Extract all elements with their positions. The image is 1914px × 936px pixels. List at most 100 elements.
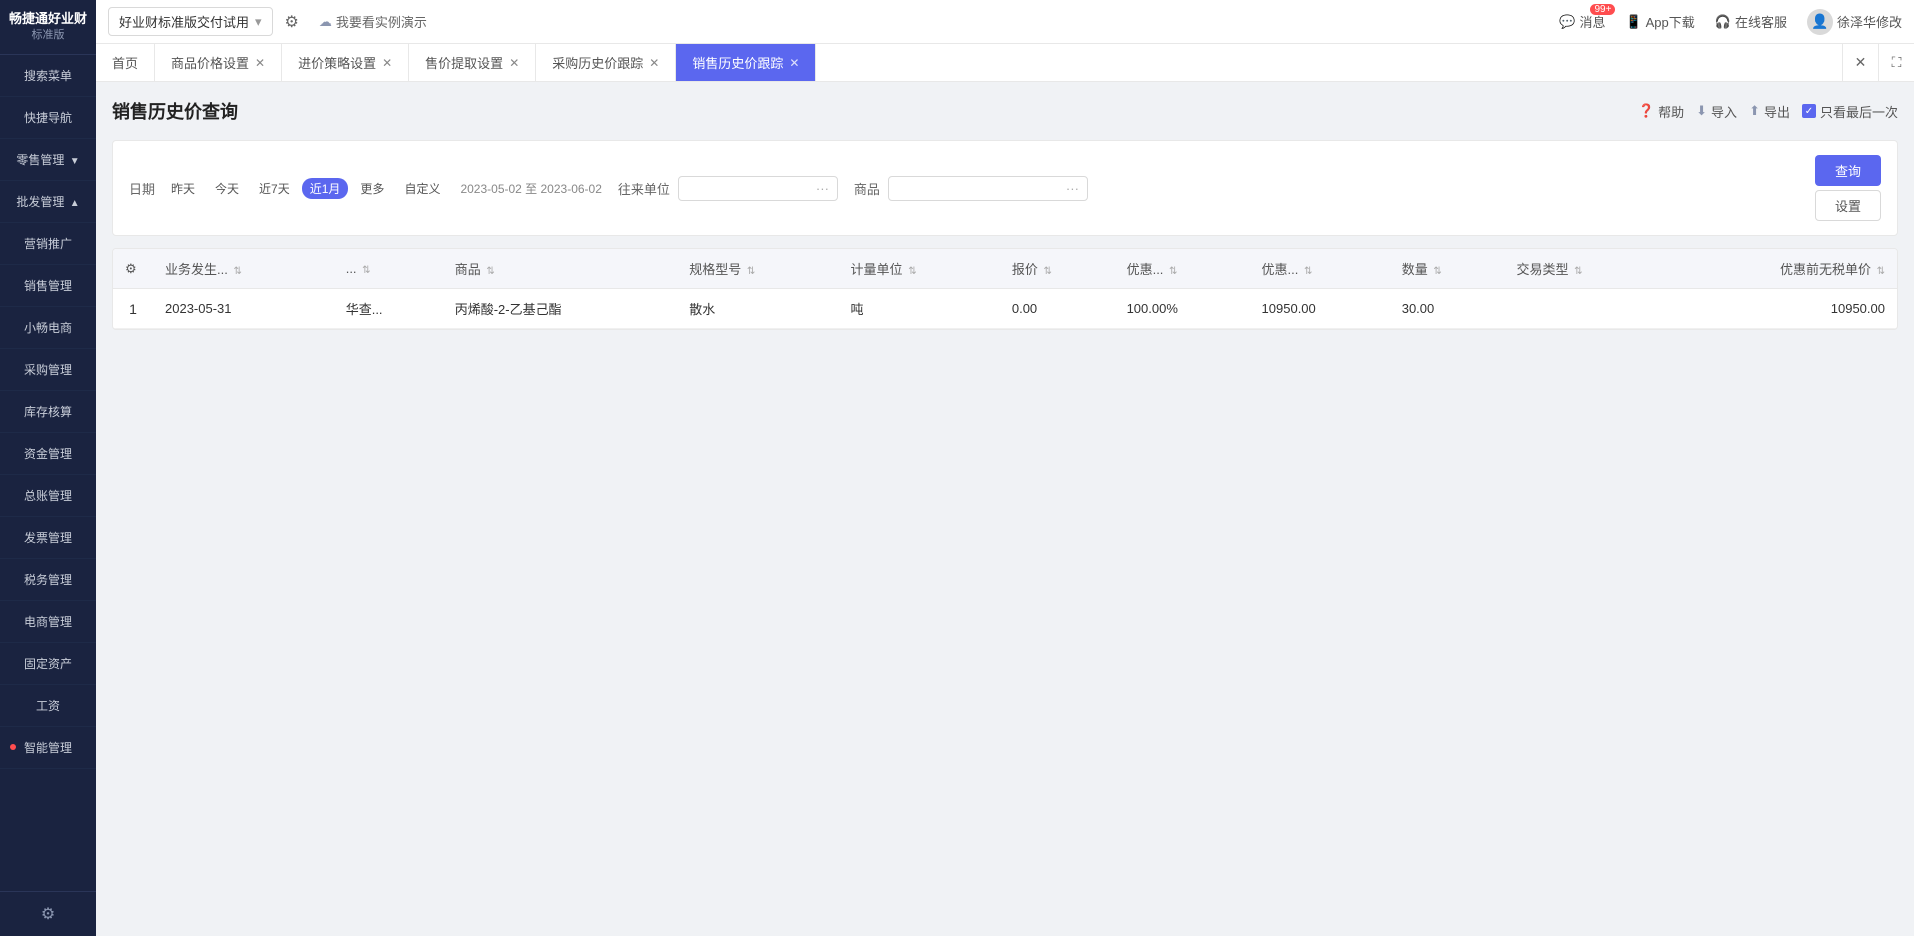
close-icon[interactable]: ✕	[789, 56, 799, 70]
sidebar-item-label: 搜索菜单	[24, 69, 72, 83]
expand-icon: ···	[816, 181, 829, 196]
sidebar-item-retail[interactable]: 零售管理 ▼	[0, 139, 96, 181]
tab-sale-price-extract[interactable]: 售价提取设置 ✕	[409, 44, 536, 82]
sort-icon: ⇅	[1574, 266, 1582, 277]
date-opt-7days[interactable]: 近7天	[251, 178, 298, 199]
export-icon: ⬆	[1749, 103, 1760, 119]
sidebar-item-label: 零售管理	[16, 153, 64, 167]
sidebar-item-invoice[interactable]: 发票管理	[0, 517, 96, 559]
export-button[interactable]: ⬆ 导出	[1749, 102, 1790, 121]
sidebar-item-label: 采购管理	[24, 363, 72, 377]
product-filter-group: 商品 ···	[854, 176, 1088, 201]
from-unit-label: 往来单位	[618, 179, 670, 198]
product-input[interactable]: ···	[888, 176, 1088, 201]
sidebar-item-payroll[interactable]: 工资	[0, 685, 96, 727]
date-range-text: 2023-05-02 至 2023-06-02	[460, 180, 601, 197]
user-info[interactable]: 👤 徐泽华修改	[1807, 9, 1902, 35]
online-service-button[interactable]: 🎧 在线客服	[1715, 12, 1787, 31]
sidebar-item-wholesale[interactable]: 批发管理 ▲	[0, 181, 96, 223]
sidebar-item-label: 资金管理	[24, 447, 72, 461]
tab-purchase-history[interactable]: 采购历史价跟踪 ✕	[536, 44, 676, 82]
sort-icon: ⇅	[233, 266, 241, 277]
chevron-down-icon: ▾	[255, 14, 262, 30]
date-opt-1month[interactable]: 近1月	[302, 178, 349, 199]
sidebar-item-quicknav[interactable]: 快捷导航	[0, 97, 96, 139]
close-icon[interactable]: ✕	[255, 56, 265, 70]
sidebar-item-label: 电商管理	[24, 615, 72, 629]
close-icon[interactable]: ✕	[509, 56, 519, 70]
td-trade-type	[1504, 289, 1665, 329]
close-icon[interactable]: ✕	[382, 56, 392, 70]
sidebar-item-finance[interactable]: 资金管理	[0, 433, 96, 475]
td-product: 丙烯酸-2-乙基己酯	[443, 289, 678, 329]
th-unit[interactable]: 计量单位 ⇅	[839, 249, 1000, 289]
filter-area: 日期 昨天 今天 近7天 近1月 更多 自定义 2023-05-02 至 202…	[112, 140, 1898, 236]
app-edition: 标准版	[8, 28, 88, 43]
avatar: 👤	[1807, 9, 1833, 35]
tab-product-price[interactable]: 商品价格设置 ✕	[155, 44, 282, 82]
date-opt-today[interactable]: 今天	[207, 178, 247, 199]
sidebar-item-label: 总账管理	[24, 489, 72, 503]
app-logo[interactable]: 畅捷通好业财 标准版	[0, 0, 96, 55]
date-opt-more[interactable]: 更多	[352, 178, 392, 199]
tab-sales-history[interactable]: 销售历史价跟踪 ✕	[676, 44, 816, 82]
th-business-date[interactable]: 业务发生... ⇅	[153, 249, 334, 289]
message-button[interactable]: 💬 消息 99+	[1559, 12, 1605, 31]
sidebar-settings-button[interactable]: ⚙	[0, 891, 96, 936]
sidebar-item-ledger[interactable]: 总账管理	[0, 475, 96, 517]
sidebar-item-ecommerce[interactable]: 电商管理	[0, 601, 96, 643]
th-product[interactable]: 商品 ⇅	[443, 249, 678, 289]
sidebar: 畅捷通好业财 标准版 搜索菜单 快捷导航 零售管理 ▼ 批发管理 ▲ 营销推广 …	[0, 0, 96, 936]
th-quantity[interactable]: 数量 ⇅	[1390, 249, 1505, 289]
tab-close-button[interactable]: ✕	[1842, 44, 1878, 82]
table-header-row: ⚙ 业务发生... ⇅ ... ⇅ 商品 ⇅	[113, 249, 1897, 289]
sidebar-item-purchase[interactable]: 采购管理	[0, 349, 96, 391]
import-button[interactable]: ⬇ 导入	[1696, 102, 1737, 121]
th-spec[interactable]: 规格型号 ⇅	[677, 249, 838, 289]
th-pretax-price[interactable]: 优惠前无税单价 ⇅	[1666, 249, 1897, 289]
help-button[interactable]: ❓ 帮助	[1638, 102, 1684, 121]
th-price[interactable]: 报价 ⇅	[1000, 249, 1115, 289]
th-col2[interactable]: ... ⇅	[334, 249, 443, 289]
product-label: 商品	[854, 179, 880, 198]
only-last-checkbox[interactable]: ✓ 只看最后一次	[1802, 102, 1898, 121]
app-download-button[interactable]: 📱 App下载	[1625, 12, 1694, 31]
date-filter-group: 日期 昨天 今天 近7天 近1月 更多 自定义 2023-05-02 至 202…	[129, 178, 602, 199]
sidebar-item-label: 小畅电商	[24, 321, 72, 335]
close-icon[interactable]: ✕	[649, 56, 659, 70]
sidebar-item-label: 库存核算	[24, 405, 72, 419]
sidebar-item-intelligence[interactable]: 智能管理	[0, 727, 96, 769]
th-discount1[interactable]: 优惠... ⇅	[1115, 249, 1250, 289]
question-icon: ❓	[1638, 103, 1654, 119]
th-label: 报价	[1012, 262, 1038, 277]
chevron-up-icon: ▲	[70, 198, 80, 209]
th-trade-type[interactable]: 交易类型 ⇅	[1504, 249, 1665, 289]
sidebar-item-fixed-assets[interactable]: 固定资产	[0, 643, 96, 685]
sidebar-item-sales[interactable]: 销售管理	[0, 265, 96, 307]
settings-gear-button[interactable]: ⚙	[285, 12, 299, 32]
sidebar-item-label: 智能管理	[24, 741, 72, 755]
export-label: 导出	[1764, 102, 1790, 121]
product-selector[interactable]: 好业财标准版交付试用 ▾	[108, 7, 273, 36]
tab-purchase-strategy[interactable]: 进价策略设置 ✕	[282, 44, 409, 82]
th-label: 业务发生...	[165, 262, 228, 277]
from-unit-input[interactable]: ···	[678, 176, 838, 201]
th-discount2[interactable]: 优惠... ⇅	[1250, 249, 1390, 289]
table-row[interactable]: 1 2023-05-31 华查... 丙烯酸-2-乙基己酯 散水 吨 0.00 …	[113, 289, 1897, 329]
gear-icon[interactable]: ⚙	[125, 261, 137, 276]
tab-maximize-button[interactable]: ⛶	[1878, 44, 1914, 82]
chevron-down-icon: ▼	[70, 156, 80, 167]
sidebar-item-tax[interactable]: 税务管理	[0, 559, 96, 601]
date-opt-custom[interactable]: 自定义	[396, 178, 448, 199]
filter-settings-button[interactable]: 设置	[1815, 190, 1881, 221]
date-opt-yesterday[interactable]: 昨天	[163, 178, 203, 199]
sidebar-item-search[interactable]: 搜索菜单	[0, 55, 96, 97]
sidebar-item-marketing[interactable]: 营销推广	[0, 223, 96, 265]
tab-home[interactable]: 首页	[96, 44, 155, 82]
top-bar: 好业财标准版交付试用 ▾ ⚙ ☁ 我要看实例演示 💬 消息 99+ 📱 App下…	[96, 0, 1914, 44]
sidebar-item-inventory[interactable]: 库存核算	[0, 391, 96, 433]
demo-button[interactable]: ☁ 我要看实例演示	[319, 12, 427, 31]
tab-label: 销售历史价跟踪	[692, 53, 783, 72]
sidebar-item-ecommerce-small[interactable]: 小畅电商	[0, 307, 96, 349]
query-button[interactable]: 查询	[1815, 155, 1881, 186]
